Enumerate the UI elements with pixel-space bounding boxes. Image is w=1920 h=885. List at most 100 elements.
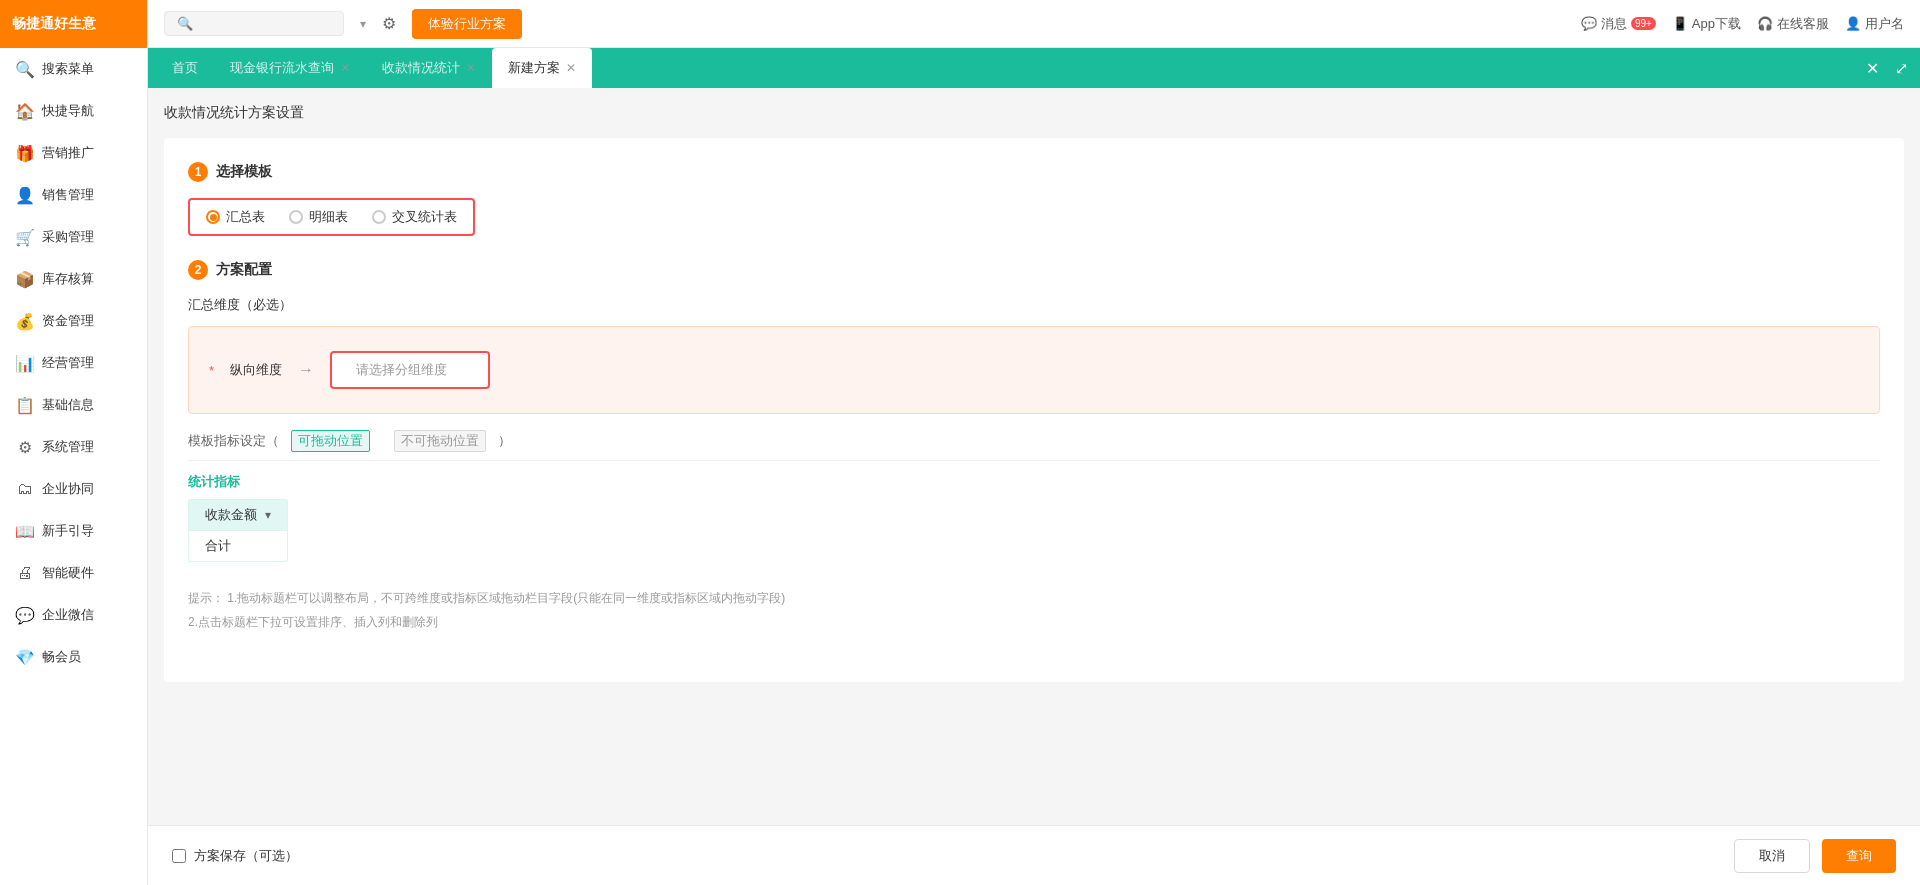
radio-cross-label: 交叉统计表 xyxy=(392,208,457,226)
cart-icon: 🛒 xyxy=(16,228,34,246)
indicator-suffix: ） xyxy=(498,432,511,450)
user-name: 用户名 xyxy=(1865,15,1904,33)
sidebar-item-guide[interactable]: 📖 新手引导 xyxy=(0,510,147,552)
app-download-button[interactable]: 📱 App下载 xyxy=(1672,15,1741,33)
sidebar-label: 采购管理 xyxy=(42,228,94,246)
arrow-icon: → xyxy=(298,361,314,379)
online-service-button[interactable]: 🎧 在线客服 xyxy=(1757,15,1829,33)
sidebar-label: 基础信息 xyxy=(42,396,94,414)
sidebar-label: 经营管理 xyxy=(42,354,94,372)
tab-home[interactable]: 首页 xyxy=(156,48,214,88)
tab-new-plan-close[interactable]: ✕ xyxy=(566,61,576,75)
tab-new-plan-label: 新建方案 xyxy=(508,59,560,77)
tips-section: 提示： 1.拖动标题栏可以调整布局，不可跨维度或指标区域拖动栏目字段(只能在同一… xyxy=(188,586,1880,634)
tabbar-controls: ✕ ⤢ xyxy=(1862,55,1912,82)
sidebar-item-search[interactable]: 🔍 搜索菜单 xyxy=(0,48,147,90)
sidebar-item-finance[interactable]: 💰 资金管理 xyxy=(0,300,147,342)
content-area: 收款情况统计方案设置 1 选择模板 汇总表 xyxy=(148,88,1920,825)
sidebar-label: 系统管理 xyxy=(42,438,94,456)
settings-icon[interactable]: ⚙ xyxy=(382,14,396,33)
sidebar-label: 营销推广 xyxy=(42,144,94,162)
user-profile[interactable]: 👤 用户名 xyxy=(1845,15,1904,33)
sidebar-label: 企业协同 xyxy=(42,480,94,498)
footer-left: 方案保存（可选） xyxy=(172,847,298,865)
page-title: 收款情况统计方案设置 xyxy=(164,104,1904,122)
stat-column-label: 收款金额 xyxy=(205,506,257,524)
sidebar-item-hardware[interactable]: 🖨 智能硬件 xyxy=(0,552,147,594)
tab-new-plan[interactable]: 新建方案 ✕ xyxy=(492,48,592,88)
tab-bank-flow[interactable]: 现金银行流水查询 ✕ xyxy=(214,48,366,88)
doc-icon: 📋 xyxy=(16,396,34,414)
radio-detail-circle xyxy=(289,210,303,224)
stat-dropdown-icon[interactable]: ▾ xyxy=(265,508,271,522)
sidebar-label: 新手引导 xyxy=(42,522,94,540)
sidebar-label: 快捷导航 xyxy=(42,102,94,120)
tab-bank-flow-close[interactable]: ✕ xyxy=(340,61,350,75)
gear-icon: ⚙ xyxy=(16,438,34,456)
topbar-actions: 💬 消息 99+ 📱 App下载 🎧 在线客服 👤 用户名 xyxy=(1581,15,1904,33)
sidebar-item-marketing[interactable]: 🎁 营销推广 xyxy=(0,132,147,174)
sidebar-item-purchase[interactable]: 🛒 采购管理 xyxy=(0,216,147,258)
sidebar-label: 库存核算 xyxy=(42,270,94,288)
tabbar: 首页 现金银行流水查询 ✕ 收款情况统计 ✕ 新建方案 ✕ ✕ ⤢ xyxy=(148,48,1920,88)
tab-receipt-stat[interactable]: 收款情况统计 ✕ xyxy=(366,48,492,88)
radio-summary[interactable]: 汇总表 xyxy=(206,208,265,226)
radio-cross-circle xyxy=(372,210,386,224)
radio-summary-label: 汇总表 xyxy=(226,208,265,226)
sidebar-label: 资金管理 xyxy=(42,312,94,330)
search-dropdown-arrow[interactable]: ▾ xyxy=(360,17,366,31)
sidebar-item-corp[interactable]: 🗂 企业协同 xyxy=(0,468,147,510)
money-icon: 💰 xyxy=(16,312,34,330)
search-icon: 🔍 xyxy=(16,60,34,78)
sidebar-item-member[interactable]: 💎 畅会员 xyxy=(0,636,147,678)
footer: 方案保存（可选） 取消 查询 xyxy=(148,825,1920,885)
section1-title: 选择模板 xyxy=(216,163,272,181)
footer-right: 取消 查询 xyxy=(1734,839,1896,873)
main-area: 🔍 ▾ ⚙ 体验行业方案 💬 消息 99+ 📱 App下载 🎧 在线客服 👤 用… xyxy=(148,0,1920,885)
tip-line1: 提示： 1.拖动标题栏可以调整布局，不可跨维度或指标区域拖动栏目字段(只能在同一… xyxy=(188,586,1880,610)
not-draggable-tag: 不可拖动位置 xyxy=(394,430,486,452)
row-dimension-label: 纵向维度 xyxy=(230,361,282,379)
radio-detail[interactable]: 明细表 xyxy=(289,208,348,226)
radio-detail-label: 明细表 xyxy=(309,208,348,226)
message-button[interactable]: 💬 消息 99+ xyxy=(1581,15,1656,33)
search-box[interactable]: 🔍 xyxy=(164,11,344,36)
gift-icon: 🎁 xyxy=(16,144,34,162)
stat-table: 收款金额 ▾ 合计 xyxy=(188,499,288,562)
radio-summary-circle xyxy=(206,210,220,224)
tab-close-all-button[interactable]: ✕ xyxy=(1862,55,1883,82)
message-badge: 99+ xyxy=(1631,17,1656,30)
sidebar-item-sales[interactable]: 👤 销售管理 xyxy=(0,174,147,216)
dimension-select[interactable]: 请选择分组维度 xyxy=(330,351,490,389)
folder-icon: 🗂 xyxy=(16,480,34,498)
sidebar-item-quicknav[interactable]: 🏠 快捷导航 xyxy=(0,90,147,132)
sidebar-logo: 畅捷通好生意 xyxy=(0,0,147,48)
user-avatar: 👤 xyxy=(1845,16,1861,31)
tab-receipt-stat-label: 收款情况统计 xyxy=(382,59,460,77)
search-icon: 🔍 xyxy=(177,16,193,31)
sidebar-item-operation[interactable]: 📊 经营管理 xyxy=(0,342,147,384)
industry-plan-button[interactable]: 体验行业方案 xyxy=(412,9,522,39)
sidebar-item-system[interactable]: ⚙ 系统管理 xyxy=(0,426,147,468)
tab-receipt-stat-close[interactable]: ✕ xyxy=(466,61,476,75)
logo-text: 畅捷通好生意 xyxy=(12,15,96,33)
radio-cross[interactable]: 交叉统计表 xyxy=(372,208,457,226)
section2-header: 2 方案配置 xyxy=(188,260,1880,280)
sidebar-item-basic[interactable]: 📋 基础信息 xyxy=(0,384,147,426)
tab-bank-flow-label: 现金银行流水查询 xyxy=(230,59,334,77)
sidebar-item-wechat[interactable]: 💬 企业微信 xyxy=(0,594,147,636)
user-icon: 👤 xyxy=(16,186,34,204)
service-icon: 🎧 xyxy=(1757,16,1773,31)
cancel-button[interactable]: 取消 xyxy=(1734,839,1810,873)
section2-title: 方案配置 xyxy=(216,261,272,279)
section1-num: 1 xyxy=(188,162,208,182)
query-button[interactable]: 查询 xyxy=(1822,839,1896,873)
sidebar-label: 畅会员 xyxy=(42,648,81,666)
app-download-label: App下载 xyxy=(1692,15,1741,33)
save-plan-checkbox[interactable] xyxy=(172,849,186,863)
radio-summary-dot xyxy=(210,214,217,221)
tip-line2: 2.点击标题栏下拉可设置排序、插入列和删除列 xyxy=(188,610,1880,634)
tab-expand-button[interactable]: ⤢ xyxy=(1891,55,1912,82)
sidebar-item-inventory[interactable]: 📦 库存核算 xyxy=(0,258,147,300)
sidebar-label: 智能硬件 xyxy=(42,564,94,582)
